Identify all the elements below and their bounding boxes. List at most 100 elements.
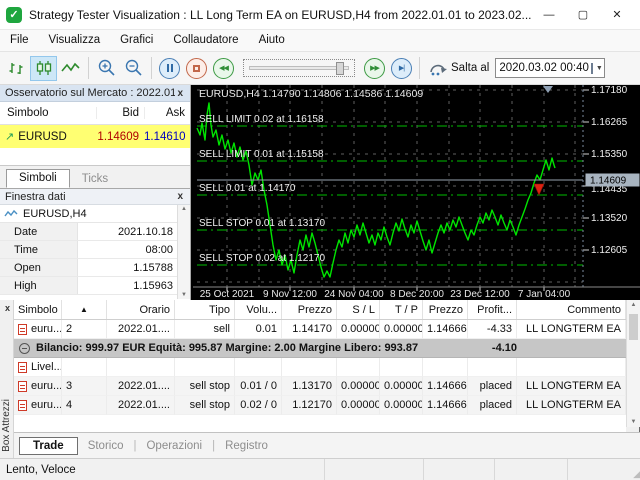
stop-button[interactable] [186, 57, 207, 79]
tab-simboli[interactable]: Simboli [6, 169, 70, 188]
toolbar-separator [419, 57, 420, 79]
col-simbolo[interactable]: Simbolo [0, 107, 96, 119]
balance-row[interactable]: Bilancio: 999.97 EUR Equità: 995.87 Marg… [14, 339, 626, 358]
table-row[interactable]: euru... 4 2022.01.... sell stop 0.02 / 0 1.12… [14, 396, 626, 415]
jump-to-label: Salta al [451, 62, 490, 74]
price-chart[interactable]: EURUSD,H4 1.14790 1.14806 1.14586 1.1460… [191, 85, 640, 300]
cell: 0.00000 [380, 377, 423, 396]
menu-visualizza[interactable]: Visualizza [39, 30, 111, 51]
cell: placed [468, 396, 517, 415]
cell: LL LONGTERM EA [517, 320, 626, 339]
instrument-row[interactable]: EURUSD,H4 [0, 205, 190, 223]
col-ask[interactable]: Ask [144, 107, 190, 119]
chevron-down-icon[interactable]: ▼ [596, 65, 603, 72]
column-header[interactable]: T / P [380, 300, 423, 319]
cell: euru... [14, 320, 62, 339]
bar-chart-button[interactable] [3, 56, 30, 81]
menu-file[interactable]: File [0, 30, 39, 51]
table-row[interactable]: Livel... [14, 358, 626, 377]
jump-to-icon[interactable] [428, 60, 448, 76]
tab-operazioni[interactable]: Operazioni [136, 440, 212, 452]
scroll-down-icon[interactable]: ▼ [627, 419, 640, 425]
symbol-row-eurusd[interactable]: ↗ EURUSD 1.14609 1.14610 [0, 125, 190, 148]
scroll-up-icon[interactable]: ▲ [627, 302, 640, 308]
fast-forward-button[interactable]: ▶▶ [364, 57, 385, 79]
jump-date-input[interactable]: 2020.03.02 00:40 ▼ [495, 58, 606, 78]
scroll-up-icon[interactable]: ▲ [181, 206, 187, 212]
title-bar: ✓ Strategy Tester Visualization : LL Lon… [0, 0, 640, 30]
data-row-high: High 1.15963 [0, 277, 190, 295]
menu-grafici[interactable]: Grafici [110, 30, 163, 51]
maximize-button[interactable]: ▢ [566, 8, 600, 21]
column-header[interactable]: ▲ [62, 300, 107, 319]
table-row[interactable]: euru... 3 2022.01.... sell stop 0.01 / 0 1.13… [14, 377, 626, 396]
table-row[interactable]: euru... 2 2022.01.... sell 0.01 1.14170 0.0000… [14, 320, 626, 339]
resize-grip[interactable]: ◢ [628, 459, 640, 480]
menu-aiuto[interactable]: Aiuto [249, 30, 295, 51]
scrollbar-thumb[interactable] [629, 314, 638, 340]
menu-collaudatore[interactable]: Collaudatore [163, 30, 248, 51]
column-header[interactable]: Volu... [235, 300, 282, 319]
column-header[interactable]: Profit... [468, 300, 517, 319]
cell-text: Livel... [31, 361, 62, 373]
column-header[interactable]: Prezzo [423, 300, 468, 319]
column-header[interactable]: Prezzo [282, 300, 337, 319]
order-doc-icon [18, 399, 27, 411]
toolbox-close-icon[interactable]: x [3, 303, 12, 313]
trades-scrollbar[interactable]: ▲ ▼ [626, 300, 640, 427]
scroll-down-icon[interactable]: ▼ [181, 292, 187, 298]
cell: 0.01 [235, 320, 282, 339]
column-header[interactable]: S / L [337, 300, 380, 319]
cell: 0.00000 [380, 396, 423, 415]
market-watch-header: Simbolo Bid Ask [0, 102, 190, 125]
cell: 0.00000 [337, 396, 380, 415]
skip-to-end-button[interactable]: ▶| [391, 57, 412, 79]
market-watch-tabs: Simboli Ticks [0, 165, 190, 188]
data-window-scrollbar[interactable]: ▲ ▼ [177, 205, 190, 299]
tab-storico[interactable]: Storico [78, 440, 134, 452]
order-doc-icon [18, 361, 27, 373]
cell: 0.00000 [337, 377, 380, 396]
tab-trade[interactable]: Trade [19, 436, 78, 455]
cell: 2022.01.... [107, 377, 175, 396]
column-header[interactable]: Orario [107, 300, 175, 319]
slider-handle[interactable] [336, 62, 345, 75]
row-value: 2021.10.18 [78, 223, 190, 240]
cell: -4.33 [468, 320, 517, 339]
data-window-title: Finestra dati [5, 190, 66, 203]
line-chart-icon [60, 62, 80, 72]
cell: 0.00000 [380, 320, 423, 339]
minimize-button[interactable]: — [532, 9, 566, 21]
market-watch-close-icon[interactable]: x [175, 88, 185, 99]
chart-area[interactable]: EURUSD,H4 1.14790 1.14806 1.14586 1.1460… [191, 85, 640, 300]
strategy-tester-window: ✓ Strategy Tester Visualization : LL Lon… [0, 0, 640, 480]
close-button[interactable]: ✕ [600, 8, 634, 21]
line-chart-button[interactable] [57, 56, 84, 81]
tab-ticks[interactable]: Ticks [70, 171, 120, 188]
data-window-body: EURUSD,H4 Date 2021.10.18 Time 08:00 Ope… [0, 205, 190, 299]
rewind-button[interactable]: ◀◀ [213, 57, 234, 79]
tab-registro[interactable]: Registro [215, 440, 278, 452]
column-header[interactable]: Commento [517, 300, 626, 319]
column-header[interactable]: Tipo [175, 300, 235, 319]
candlestick-chart-button[interactable] [30, 55, 57, 81]
calendar-icon[interactable] [590, 62, 593, 74]
zoom-out-button[interactable] [120, 56, 147, 81]
cell [468, 358, 517, 377]
collapse-icon[interactable] [19, 342, 30, 354]
cell: placed [468, 377, 517, 396]
cell: 0.00000 [337, 320, 380, 339]
cell [517, 358, 626, 377]
order-label: SELL LIMIT 0.01 at 1.15158 [199, 149, 324, 160]
row-label: Date [0, 223, 78, 240]
app-icon: ✓ [6, 6, 22, 23]
ask-value: 1.14610 [144, 130, 186, 143]
col-bid[interactable]: Bid [96, 107, 144, 119]
data-window-close-icon[interactable]: x [175, 191, 185, 202]
pause-button[interactable] [159, 57, 180, 79]
order-label: SELL 0.01 at 1.14170 [199, 183, 296, 194]
zoom-in-button[interactable] [93, 56, 120, 81]
cell: 1.14666 [423, 396, 468, 415]
speed-slider[interactable] [243, 59, 355, 77]
column-header[interactable]: Simbolo [14, 300, 62, 319]
